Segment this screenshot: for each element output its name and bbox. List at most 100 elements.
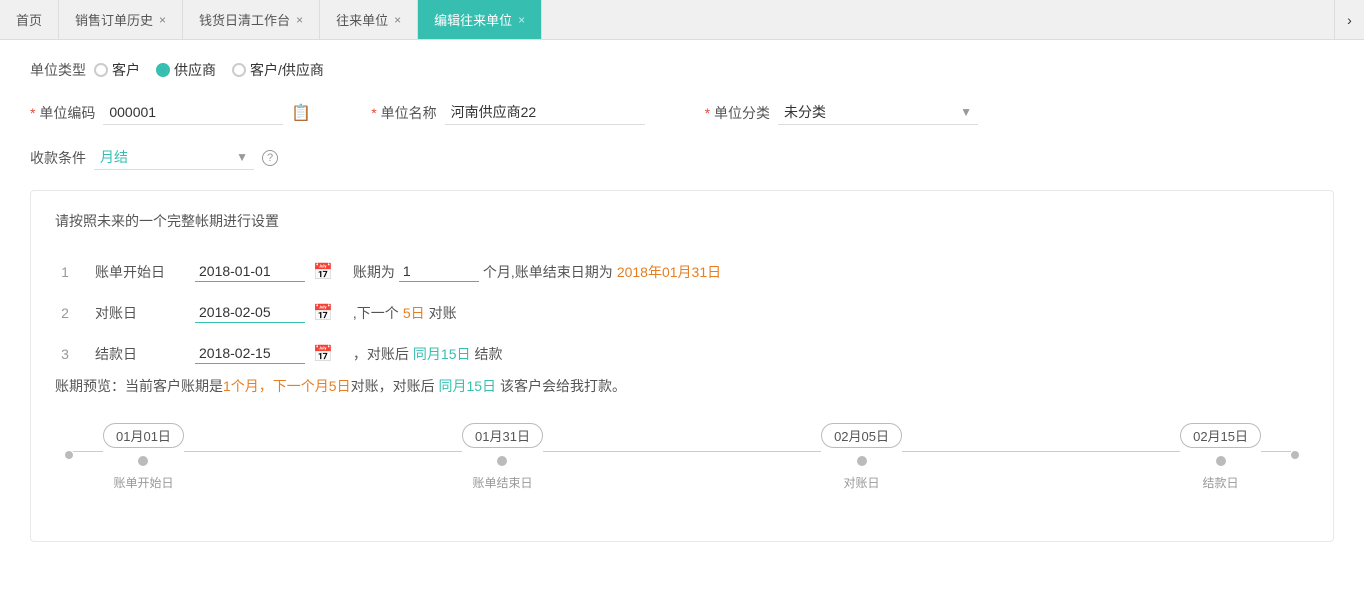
radio-supplier[interactable]: 供应商: [156, 60, 216, 80]
timeline-right-end-dot: [1291, 451, 1299, 459]
step-calendar-icon-0[interactable]: 📅: [313, 262, 333, 282]
tab-close-contacts[interactable]: ×: [394, 13, 401, 27]
steps-container: 1 账单开始日 📅 账期为 个月,账单结束日期为2018年01月31日 2 对账日 📅 ,下一个…: [55, 251, 1309, 374]
timeline-item-3: 02月15日结款日: [1180, 423, 1261, 491]
timeline-connector-1: [543, 451, 821, 452]
step-date-input-0[interactable]: [195, 261, 305, 282]
payment-terms-label: 收款条件: [30, 148, 86, 168]
step-num-2: 3: [55, 346, 75, 362]
unit-type-radio-group: 客户 供应商 客户/供应商: [94, 60, 324, 80]
step-suffix-after-0: 个月,账单结束日期为: [483, 262, 613, 282]
unit-name-group: 单位名称: [371, 100, 644, 125]
step-suffix-2: 结款: [475, 344, 503, 364]
step-input-area-2: 📅: [195, 343, 333, 364]
settings-card: 请按照未来的一个完整帐期进行设置 1账单开始日📅账期为个月,账单结束日期为201…: [30, 190, 1334, 542]
unit-code-group: 单位编码 📋: [30, 100, 311, 125]
radio-both[interactable]: 客户/供应商: [232, 60, 324, 80]
step-date-input-1[interactable]: [195, 302, 305, 323]
radio-circle-both: [232, 63, 246, 77]
timeline-item-1: 01月31日账单结束日: [462, 423, 543, 491]
unit-type-row: 单位类型 客户 供应商 客户/供应商: [30, 60, 1334, 80]
payment-terms-value: 月结: [100, 147, 236, 167]
radio-circle-customer: [94, 63, 108, 77]
step-row-0: 1 账单开始日 📅 账期为 个月,账单结束日期为2018年01月31日: [55, 251, 1309, 292]
unit-classify-select[interactable]: 未分类 ▼: [778, 100, 978, 125]
settings-card-title: 请按照未来的一个完整帐期进行设置: [55, 211, 1309, 231]
timeline-sub-label-0: 账单开始日: [113, 474, 173, 491]
unit-classify-group: 单位分类 未分类 ▼: [705, 100, 978, 125]
timeline-date-1: 01月31日: [462, 423, 543, 448]
preview-p3: 同月15日: [435, 378, 496, 394]
step-row-1: 2 对账日 📅 ,下一个5日对账: [55, 292, 1309, 333]
radio-label-supplier: 供应商: [174, 60, 216, 80]
step-calendar-icon-2[interactable]: 📅: [313, 344, 333, 364]
preview-mid: 对账，对账后: [351, 378, 435, 394]
timeline-connector-2: [902, 451, 1180, 452]
payment-terms-group: 收款条件 月结 ▼ ?: [30, 145, 278, 170]
page-content: 单位类型 客户供应商客户/供应商 单位编码 📋 单位名称 单位分类 未分类 ▼ …: [0, 40, 1364, 608]
step-prefix-1: ,下一个: [353, 303, 399, 323]
preview-end: 该客户会给我打款。: [496, 378, 626, 394]
step-date-input-2[interactable]: [195, 343, 305, 364]
step-desc-0: 账期为 个月,账单结束日期为2018年01月31日: [353, 261, 721, 282]
classify-chevron-icon: ▼: [960, 105, 972, 119]
payment-terms-select[interactable]: 月结 ▼: [94, 145, 254, 170]
payment-terms-row: 收款条件 月结 ▼ ?: [30, 145, 1334, 170]
radio-label-customer: 客户: [112, 60, 140, 80]
step-row-2: 3结款日📅，对账后同月15日结款: [55, 333, 1309, 374]
preview-container: 账期预览：当前客户账期是1个月，下一个月5日对账，对账后 同月15日 该客户会给…: [55, 374, 1309, 399]
timeline-sub-label-3: 结款日: [1203, 474, 1239, 491]
timeline-item-0: 01月01日账单开始日: [103, 423, 184, 491]
timeline-date-3: 02月15日: [1180, 423, 1261, 448]
preview-p1: 1个月，: [223, 378, 273, 394]
step-label-1: 对账日: [95, 303, 175, 323]
timeline-item-2: 02月05日对账日: [821, 423, 902, 491]
help-icon[interactable]: ?: [262, 150, 278, 166]
timeline-dot-2: [857, 456, 867, 466]
step-prefix-2: ，对账后: [353, 344, 409, 364]
copy-icon[interactable]: 📋: [291, 103, 311, 123]
radio-customer[interactable]: 客户: [94, 60, 140, 80]
step-label-0: 账单开始日: [95, 262, 175, 282]
step-prefix-hl-2: 同月15日: [413, 344, 471, 364]
step-num-0: 1: [55, 264, 75, 280]
unit-code-input[interactable]: [103, 100, 283, 125]
tab-close-cash-desk[interactable]: ×: [296, 13, 303, 27]
tab-close-sales-history[interactable]: ×: [159, 13, 166, 27]
tab-sales-history[interactable]: 销售订单历史 ×: [59, 0, 183, 39]
step-desc-1: ,下一个5日对账: [353, 303, 457, 323]
tab-contacts[interactable]: 往来单位 ×: [320, 0, 418, 39]
unit-classify-value: 未分类: [784, 102, 952, 122]
unit-name-input[interactable]: [445, 100, 645, 125]
step-prefix-hl-1: 5日: [403, 303, 425, 323]
step-highlight-0: 2018年01月31日: [617, 262, 721, 282]
unit-type-label: 单位类型: [30, 60, 86, 80]
tab-home[interactable]: 首页: [0, 0, 59, 39]
timeline-right-line: [1261, 451, 1291, 452]
tab-close-edit-contact[interactable]: ×: [518, 13, 525, 27]
radio-label-both: 客户/供应商: [250, 60, 324, 80]
tab-cash-desk[interactable]: 钱货日清工作台 ×: [183, 0, 320, 39]
tab-edit-contact[interactable]: 编辑往来单位 ×: [418, 0, 542, 39]
tabs-bar: 首页销售订单历史 ×钱货日清工作台 ×往来单位 ×编辑往来单位 × ›: [0, 0, 1364, 40]
timeline-dot-1: [497, 456, 507, 466]
timeline-render: 01月01日账单开始日 01月31日账单结束日 02月05日对账日 02月15日结款日: [65, 423, 1299, 491]
unit-classify-label: 单位分类: [705, 103, 770, 123]
timeline-dot-0: [138, 456, 148, 466]
step-suffix-before-0: 账期为: [353, 262, 395, 282]
unit-info-row: 单位编码 📋 单位名称 单位分类 未分类 ▼: [30, 100, 1334, 125]
step-input-area-0: 📅: [195, 261, 333, 282]
preview-label: 账期预览：当前客户账期是: [55, 378, 223, 394]
unit-name-label: 单位名称: [371, 103, 436, 123]
step-suffix-1: 对账: [429, 303, 457, 323]
timeline-sub-label-1: 账单结束日: [472, 474, 532, 491]
timeline-left-line: [73, 451, 103, 452]
step-calendar-icon-1[interactable]: 📅: [313, 303, 333, 323]
tab-scroll-arrow[interactable]: ›: [1334, 0, 1364, 39]
timeline-dot-3: [1216, 456, 1226, 466]
timeline-date-0: 01月01日: [103, 423, 184, 448]
step-num-1: 2: [55, 305, 75, 321]
step-input-area-1: 📅: [195, 302, 333, 323]
step-period-input[interactable]: [399, 261, 479, 282]
timeline-left-end-dot: [65, 451, 73, 459]
